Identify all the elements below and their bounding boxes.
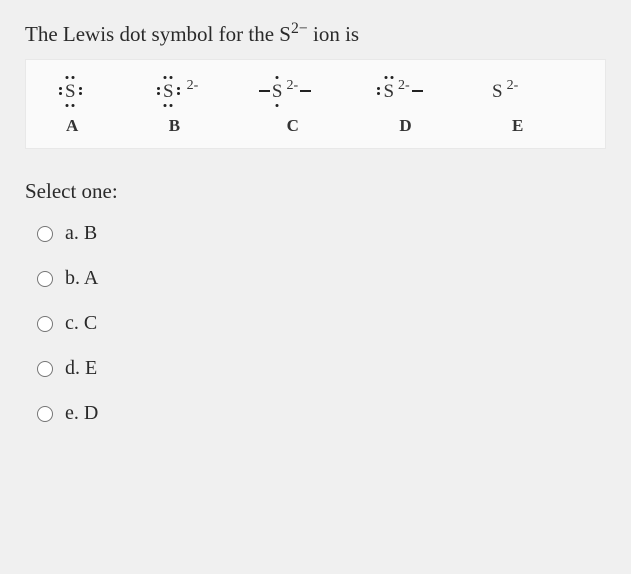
question-suffix: ion is [308,22,359,46]
lewis-option-E: S 2- [492,82,590,101]
select-prompt: Select one: [25,179,606,204]
answers-list: a. B b. A c. C d. E e. D [25,222,606,425]
answer-label: e. D [65,402,98,425]
lewis-option-B: S 2- [154,82,257,101]
option-label-B: B [169,116,180,136]
charge-label: 2- [507,78,519,94]
charge-label: 2- [398,78,410,94]
dots-left-icon [59,87,62,95]
option-label-D: D [399,116,411,136]
answer-option-e[interactable]: e. D [37,402,606,425]
dots-top-icon [384,76,393,79]
lewis-option-D: S 2- [374,82,492,101]
dots-right-icon [79,87,82,95]
answer-label: b. A [65,267,98,290]
option-label-A: A [66,116,78,136]
answer-label: a. B [65,222,97,245]
element-symbol: S [163,82,174,101]
dots-left-icon [157,87,160,95]
dots-bottom-icon [66,104,75,107]
lewis-options-row: S S 2- S 2- [41,70,590,112]
charge-label: 2- [187,78,199,94]
dash-right-icon [412,90,423,92]
dots-right-icon [177,87,180,95]
answer-option-c[interactable]: c. C [37,312,606,335]
answer-option-d[interactable]: d. E [37,357,606,380]
radio-a[interactable] [37,226,53,242]
question-text: The Lewis dot symbol for the S2− ion is [25,20,606,47]
answer-label: c. C [65,312,97,335]
radio-d[interactable] [37,361,53,377]
element-symbol: S [272,82,283,101]
option-label-C: C [287,116,299,136]
dots-top-icon [164,76,173,79]
charge-label: 2- [286,78,298,94]
dots-top-icon [66,76,75,79]
lewis-options-box: S S 2- S 2- [25,59,606,149]
question-prefix: The Lewis dot symbol for the S [25,22,291,46]
answer-option-a[interactable]: a. B [37,222,606,245]
option-label-E: E [512,116,523,136]
element-symbol: S [492,82,503,101]
lewis-option-C: S 2- [257,82,375,101]
element-symbol: S [65,82,76,101]
dash-left-icon [259,90,270,92]
lewis-labels-row: A B C D E [41,112,590,140]
question-superscript: 2− [291,20,308,37]
dots-bottom-icon [276,104,279,107]
dots-bottom-icon [164,104,173,107]
answer-label: d. E [65,357,97,380]
dash-right-icon [300,90,311,92]
lewis-option-A: S [41,82,154,101]
dots-top-icon [276,76,279,79]
dots-left-icon [377,87,380,95]
answer-option-b[interactable]: b. A [37,267,606,290]
radio-c[interactable] [37,316,53,332]
radio-e[interactable] [37,406,53,422]
element-symbol: S [383,82,394,101]
radio-b[interactable] [37,271,53,287]
